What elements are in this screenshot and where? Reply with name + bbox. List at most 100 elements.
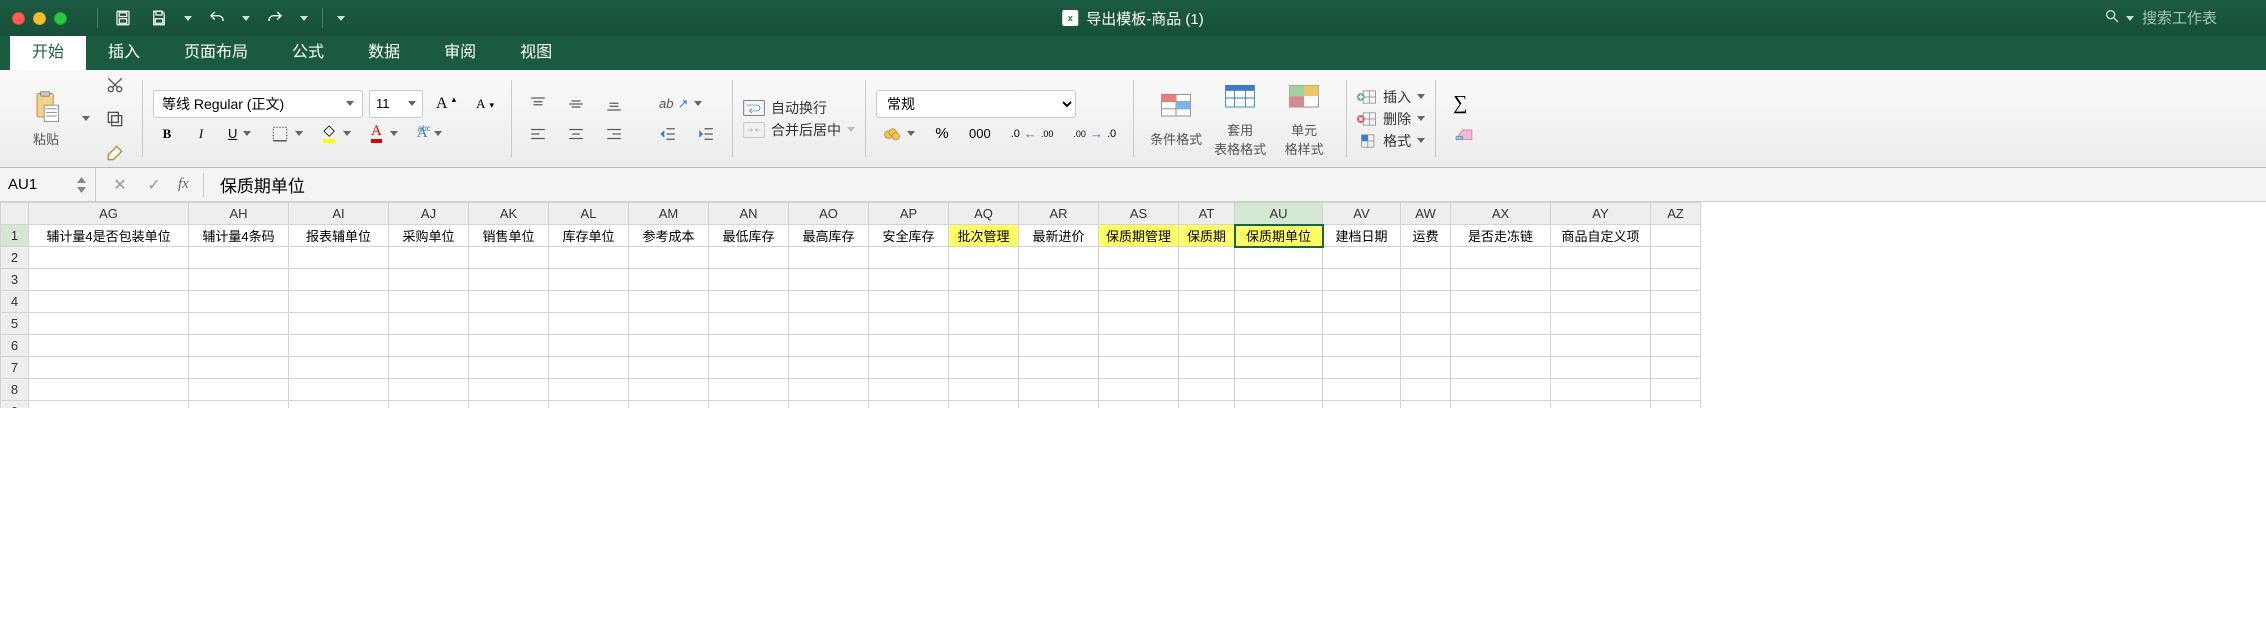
cell-AI8[interactable] <box>289 379 389 401</box>
col-header-AQ[interactable]: AQ <box>949 203 1019 225</box>
undo-button[interactable] <box>206 7 228 29</box>
search-area[interactable] <box>2104 8 2250 28</box>
row-header-4[interactable]: 4 <box>1 291 29 313</box>
cell-AS6[interactable] <box>1099 335 1179 357</box>
tab-开始[interactable]: 开始 <box>10 30 86 70</box>
row-header-2[interactable]: 2 <box>1 247 29 269</box>
cell-AQ4[interactable] <box>949 291 1019 313</box>
cell-AJ1[interactable]: 采购单位 <box>389 225 469 247</box>
col-header-AL[interactable]: AL <box>549 203 629 225</box>
cell-AR3[interactable] <box>1019 269 1099 291</box>
insert-cells-button[interactable]: 插入 <box>1357 87 1425 107</box>
cancel-formula-button[interactable]: ✕ <box>110 175 130 195</box>
decrease-decimal-button[interactable]: .00→.0 <box>1066 120 1123 148</box>
tab-插入[interactable]: 插入 <box>86 30 162 70</box>
cell-AI3[interactable] <box>289 269 389 291</box>
cell-AO1[interactable]: 最高库存 <box>789 225 869 247</box>
col-header-AN[interactable]: AN <box>709 203 789 225</box>
table-format-button[interactable]: 套用 表格格式 <box>1208 78 1272 160</box>
orientation-button[interactable]: ab↗ <box>652 90 709 118</box>
cell-AN6[interactable] <box>709 335 789 357</box>
cell-AJ5[interactable] <box>389 313 469 335</box>
col-header-AW[interactable]: AW <box>1401 203 1451 225</box>
cell-AK7[interactable] <box>469 357 549 379</box>
increase-font-button[interactable]: A▴ <box>429 90 463 118</box>
cell-AQ5[interactable] <box>949 313 1019 335</box>
row-header-3[interactable]: 3 <box>1 269 29 291</box>
tab-审阅[interactable]: 审阅 <box>422 30 498 70</box>
cell-AN9[interactable] <box>709 401 789 409</box>
cell-AX7[interactable] <box>1451 357 1551 379</box>
row-header-6[interactable]: 6 <box>1 335 29 357</box>
cell-AZ7[interactable] <box>1651 357 1701 379</box>
comma-format-button[interactable]: 000 <box>962 120 998 148</box>
cell-AN5[interactable] <box>709 313 789 335</box>
cell-AU2[interactable] <box>1235 247 1323 269</box>
cell-AX2[interactable] <box>1451 247 1551 269</box>
cell-AX9[interactable] <box>1451 401 1551 409</box>
cell-AO9[interactable] <box>789 401 869 409</box>
cell-AH4[interactable] <box>189 291 289 313</box>
cell-AT6[interactable] <box>1179 335 1235 357</box>
cell-AM7[interactable] <box>629 357 709 379</box>
cell-AU3[interactable] <box>1235 269 1323 291</box>
cell-AP7[interactable] <box>869 357 949 379</box>
cell-AG4[interactable] <box>29 291 189 313</box>
decrease-indent-button[interactable] <box>652 120 684 148</box>
cell-AX5[interactable] <box>1451 313 1551 335</box>
cell-AS9[interactable] <box>1099 401 1179 409</box>
cell-AZ1[interactable] <box>1651 225 1701 247</box>
maximize-window-button[interactable] <box>54 12 67 25</box>
cell-AR8[interactable] <box>1019 379 1099 401</box>
cell-AY6[interactable] <box>1551 335 1651 357</box>
cell-AR5[interactable] <box>1019 313 1099 335</box>
cell-AY9[interactable] <box>1551 401 1651 409</box>
cell-AW5[interactable] <box>1401 313 1451 335</box>
cell-AY7[interactable] <box>1551 357 1651 379</box>
col-header-AJ[interactable]: AJ <box>389 203 469 225</box>
paste-button[interactable]: 粘贴 <box>18 78 74 160</box>
cell-AG9[interactable] <box>29 401 189 409</box>
tab-页面布局[interactable]: 页面布局 <box>162 30 270 70</box>
cell-AZ3[interactable] <box>1651 269 1701 291</box>
format-painter-button[interactable] <box>98 139 132 167</box>
cell-AK1[interactable]: 销售单位 <box>469 225 549 247</box>
autosave-button[interactable] <box>112 7 134 29</box>
cell-AJ4[interactable] <box>389 291 469 313</box>
cell-AH1[interactable]: 辅计量4条码 <box>189 225 289 247</box>
cell-AI2[interactable] <box>289 247 389 269</box>
decrease-font-button[interactable]: A▾ <box>469 90 501 118</box>
cell-styles-button[interactable]: 单元 格样式 <box>1272 78 1336 160</box>
cell-AN2[interactable] <box>709 247 789 269</box>
cell-AV8[interactable] <box>1323 379 1401 401</box>
row-header-8[interactable]: 8 <box>1 379 29 401</box>
cell-AZ5[interactable] <box>1651 313 1701 335</box>
cell-AL9[interactable] <box>549 401 629 409</box>
cell-AR2[interactable] <box>1019 247 1099 269</box>
cell-AX6[interactable] <box>1451 335 1551 357</box>
cell-AS1[interactable]: 保质期管理 <box>1099 225 1179 247</box>
cell-AZ9[interactable] <box>1651 401 1701 409</box>
accounting-format-button[interactable] <box>876 120 922 148</box>
redo-button[interactable] <box>264 7 286 29</box>
cell-AM3[interactable] <box>629 269 709 291</box>
name-up-button[interactable] <box>75 175 87 185</box>
cell-AX3[interactable] <box>1451 269 1551 291</box>
cell-AR9[interactable] <box>1019 401 1099 409</box>
cut-button[interactable] <box>98 71 132 99</box>
cell-AL1[interactable]: 库存单位 <box>549 225 629 247</box>
col-header-AT[interactable]: AT <box>1179 203 1235 225</box>
conditional-format-button[interactable]: 条件格式 <box>1144 78 1208 160</box>
cell-AZ6[interactable] <box>1651 335 1701 357</box>
cell-AG3[interactable] <box>29 269 189 291</box>
cell-AW8[interactable] <box>1401 379 1451 401</box>
cell-AO5[interactable] <box>789 313 869 335</box>
cell-AT7[interactable] <box>1179 357 1235 379</box>
increase-indent-button[interactable] <box>690 120 722 148</box>
delete-cells-button[interactable]: 删除 <box>1357 109 1425 129</box>
cell-AU1[interactable]: 保质期单位 <box>1235 225 1323 247</box>
cell-AK9[interactable] <box>469 401 549 409</box>
cell-AO6[interactable] <box>789 335 869 357</box>
cell-AX1[interactable]: 是否走冻链 <box>1451 225 1551 247</box>
cell-AP4[interactable] <box>869 291 949 313</box>
